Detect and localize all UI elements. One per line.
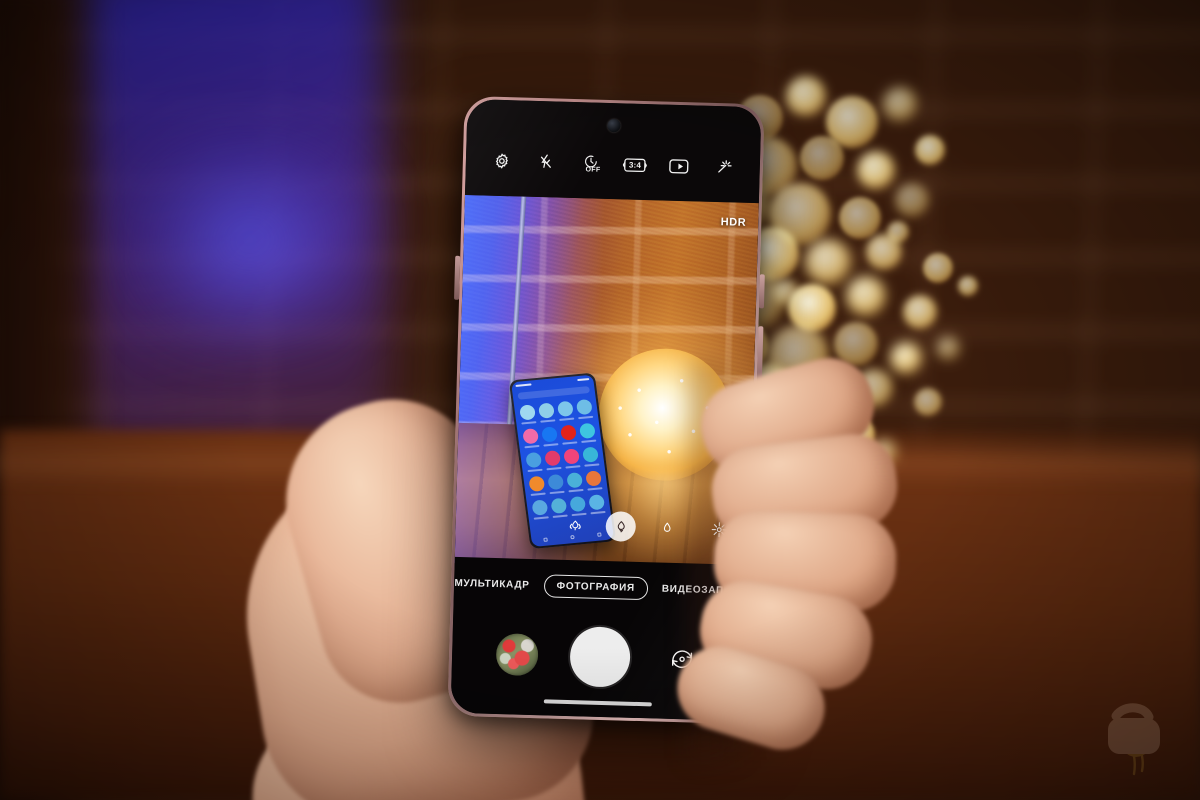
zoom-button-wide[interactable] — [605, 511, 637, 542]
zoom-button-telephoto[interactable] — [651, 512, 682, 543]
photographed-app-icon — [566, 472, 584, 493]
camera-mode-photo[interactable]: ФОТОГРАФИЯ — [543, 573, 649, 600]
photographed-app-icon — [582, 446, 600, 467]
photographed-app-icon — [544, 450, 562, 471]
gesture-bar[interactable] — [543, 699, 652, 707]
phone-left-side-button[interactable] — [454, 255, 461, 300]
photographed-app-icon — [563, 448, 581, 469]
photographed-app-icon — [585, 470, 603, 491]
photographed-app-icon — [578, 422, 597, 443]
hdr-badge: HDR — [720, 216, 747, 229]
timer-label: OFF — [585, 166, 601, 174]
photographed-app-icon — [519, 404, 537, 425]
zoom-button-ultra-wide[interactable] — [559, 510, 590, 541]
aspect-ratio-icon[interactable]: 3:4 — [618, 147, 653, 182]
shutter-button[interactable] — [569, 626, 631, 688]
gear-icon[interactable] — [485, 144, 520, 179]
photographed-app-icon — [541, 426, 559, 447]
photographed-app-icon — [560, 424, 578, 445]
photographed-app-icon — [538, 402, 556, 423]
gallery-thumbnail[interactable] — [495, 633, 539, 677]
magic-wand-icon[interactable] — [706, 150, 741, 185]
timer-icon[interactable]: OFF — [573, 146, 608, 181]
camera-mode-multiframe[interactable]: МУЛЬТИКАДР — [454, 577, 529, 590]
photographed-app-icon — [575, 398, 594, 420]
front-camera-punch-hole — [607, 118, 621, 133]
camera-top-toolbar: OFF 3:4 — [464, 99, 762, 204]
photographed-app-icon — [547, 473, 565, 495]
photographed-app-icon — [556, 400, 575, 421]
flash-off-icon[interactable] — [529, 145, 564, 180]
photo-scene: OFF 3:4 HDR МУЛЬТИКАДР ФОТОГРАФИЯ — [0, 0, 1200, 800]
photographed-app-icon — [528, 475, 546, 496]
background-blue-glow — [120, 130, 380, 350]
photographed-app-icon — [522, 428, 540, 449]
zoom-buttons — [559, 510, 682, 543]
motion-photo-icon[interactable] — [662, 148, 697, 183]
photographed-app-icon — [525, 451, 543, 473]
phone-side-button-power[interactable] — [758, 274, 765, 309]
aspect-ratio-label: 3:4 — [628, 160, 642, 170]
